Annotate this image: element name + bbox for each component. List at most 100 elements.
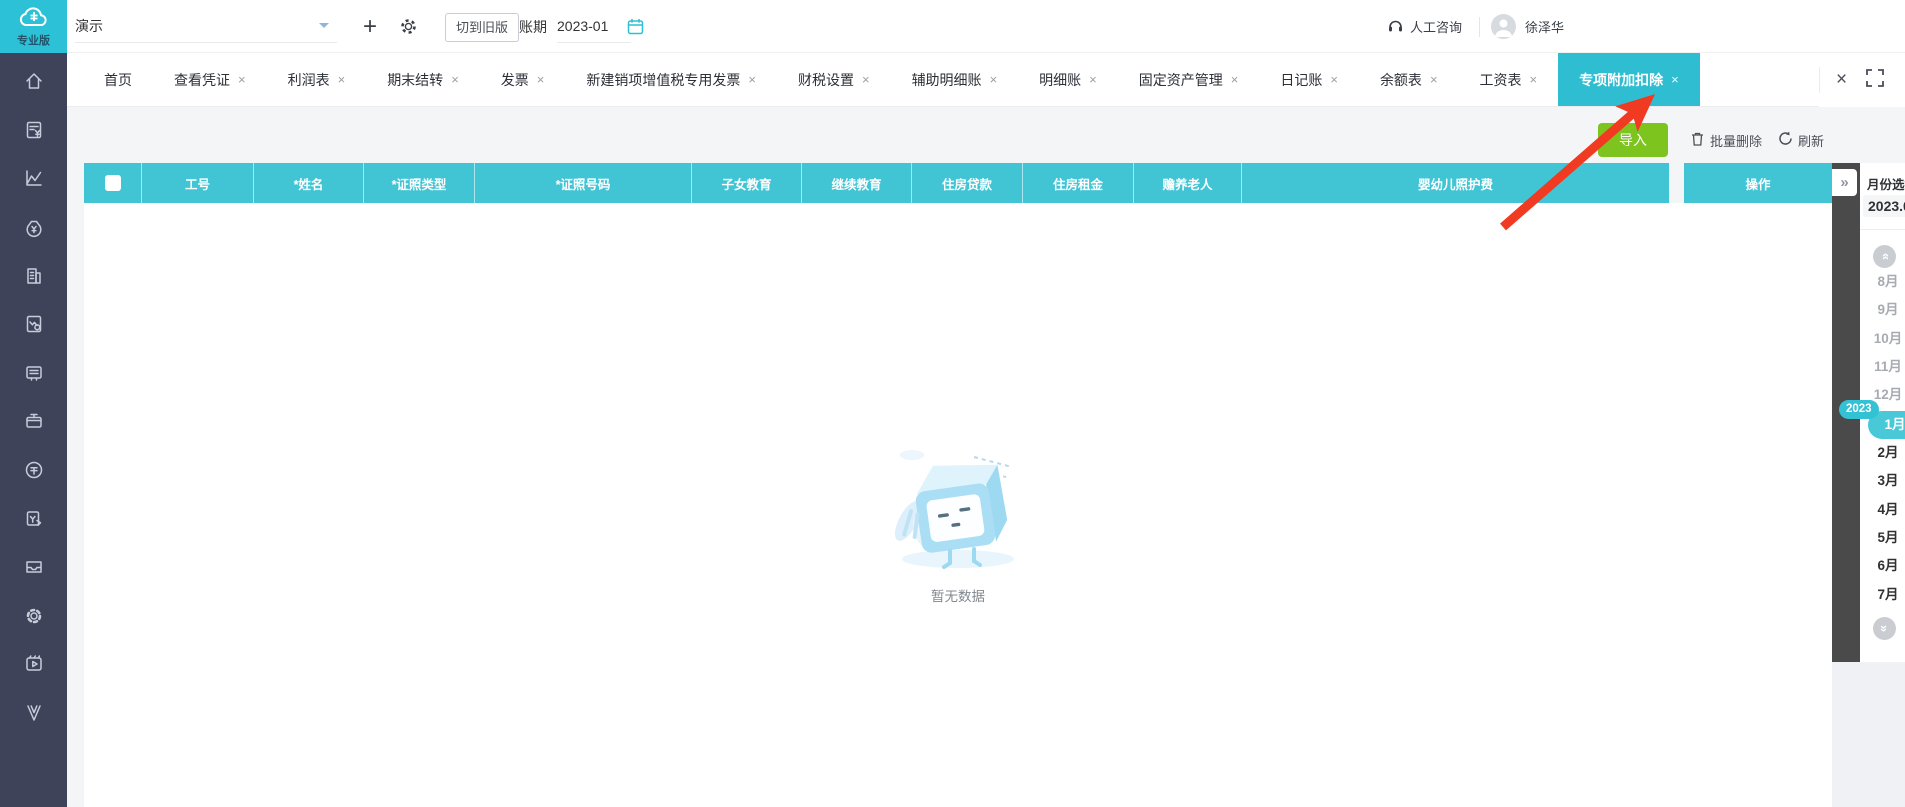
- scroll-months-up-button[interactable]: »: [1873, 245, 1896, 268]
- tab-label: 专项附加扣除: [1579, 71, 1664, 88]
- tab-close-icon[interactable]: ×: [451, 72, 459, 87]
- tab-close-icon[interactable]: ×: [1330, 72, 1338, 87]
- switch-old-version-button[interactable]: 切到旧版: [445, 13, 520, 42]
- month-item[interactable]: 5月: [1860, 528, 1905, 548]
- import-button[interactable]: 导入: [1598, 123, 1668, 157]
- tab-close-icon[interactable]: ×: [1430, 72, 1438, 87]
- sidebar-item-cashier[interactable]: [0, 397, 67, 446]
- sidebar-item-company[interactable]: [0, 251, 67, 300]
- sidebar-item-invoice[interactable]: [0, 349, 67, 398]
- tab-label: 明细账: [1039, 71, 1082, 88]
- tab-label: 期末结转: [387, 71, 444, 88]
- tab-2[interactable]: 利润表 ×: [267, 53, 367, 106]
- cloud-logo-icon: [19, 6, 49, 33]
- close-all-tabs-button[interactable]: ×: [1836, 69, 1847, 91]
- tab-7[interactable]: 辅助明细账 ×: [891, 53, 1019, 106]
- tab-close-icon[interactable]: ×: [1671, 72, 1679, 87]
- month-item[interactable]: 3月: [1860, 471, 1905, 491]
- tab-close-icon[interactable]: ×: [1231, 72, 1239, 87]
- tax-icon: [25, 461, 42, 479]
- tab-close-icon[interactable]: ×: [537, 72, 545, 87]
- voucher-icon: [26, 121, 41, 139]
- company-selector[interactable]: 演示: [75, 11, 337, 43]
- avatar[interactable]: [1491, 14, 1516, 39]
- month-item[interactable]: 9月: [1860, 300, 1905, 320]
- collapse-panel-handle[interactable]: »: [1832, 169, 1857, 196]
- fullscreen-icon[interactable]: [1865, 68, 1885, 93]
- sidebar-item-home[interactable]: [0, 57, 67, 106]
- sidebar-item-v-logo[interactable]: [0, 689, 67, 738]
- tab-9[interactable]: 固定资产管理 ×: [1118, 53, 1260, 106]
- sidebar-item-voucher[interactable]: [0, 106, 67, 155]
- sidebar-item-checkout[interactable]: [0, 494, 67, 543]
- scroll-months-down-button[interactable]: »: [1873, 617, 1896, 640]
- sidebar-item-tutorial[interactable]: [0, 640, 67, 689]
- month-panel-title: 月份选择: [1867, 178, 1905, 192]
- tab-10[interactable]: 日记账 ×: [1259, 53, 1359, 106]
- current-period-field[interactable]: 2023.01: [1863, 195, 1905, 217]
- topbar-divider: [1479, 17, 1480, 37]
- month-panel-divider: [1860, 229, 1905, 230]
- tab-close-icon[interactable]: ×: [748, 72, 756, 87]
- tab-close-icon[interactable]: ×: [862, 72, 870, 87]
- column-header-5: 子女教育: [692, 163, 802, 203]
- tab-label: 查看凭证: [174, 71, 230, 88]
- settings-gear-icon[interactable]: [399, 0, 418, 53]
- column-header-1: 工号: [142, 163, 254, 203]
- calendar-icon[interactable]: [627, 0, 644, 53]
- add-account-set-button[interactable]: +: [363, 0, 377, 53]
- tab-label: 首页: [104, 71, 132, 88]
- tab-close-icon[interactable]: ×: [1089, 72, 1097, 87]
- month-item[interactable]: 6月: [1860, 556, 1905, 576]
- support-link[interactable]: 人工咨询: [1387, 0, 1462, 53]
- tab-home[interactable]: 首页: [83, 53, 153, 106]
- tab-close-icon[interactable]: ×: [338, 72, 346, 87]
- cashier-icon: [25, 414, 42, 429]
- period-value-field[interactable]: 2023-01: [557, 11, 631, 43]
- month-item[interactable]: 4月: [1860, 500, 1905, 520]
- month-item[interactable]: 2月: [1860, 443, 1905, 463]
- month-item[interactable]: 11月: [1860, 357, 1905, 377]
- user-name[interactable]: 徐泽华: [1525, 0, 1564, 53]
- tab-13[interactable]: 专项附加扣除 ×: [1558, 53, 1700, 106]
- tab-1[interactable]: 查看凭证 ×: [153, 53, 267, 106]
- tab-label: 工资表: [1479, 71, 1522, 88]
- sidebar-item-inbox[interactable]: [0, 543, 67, 592]
- app-window: 专业版 演示 + 切到旧版 账期 2023-01 人工咨询 徐泽华 首页 查看凭…: [0, 0, 1905, 807]
- home-icon: [25, 73, 42, 90]
- headset-icon: [1387, 17, 1404, 37]
- sidebar-item-reports[interactable]: [0, 154, 67, 203]
- tab-label: 辅助明细账: [911, 71, 982, 88]
- sidebar-item-settings[interactable]: [0, 592, 67, 641]
- column-header-3: *证照类型: [364, 163, 475, 203]
- app-logo[interactable]: 专业版: [0, 0, 67, 53]
- month-panel: 月份选择 2023.01 » 2023 1月 » 8月9月10月11月12月2月…: [1839, 163, 1905, 662]
- bottom-right-background: [1832, 662, 1905, 807]
- sidebar-item-funds[interactable]: [0, 203, 67, 252]
- sidebar-item-statements[interactable]: [0, 300, 67, 349]
- sidebar-item-tax[interactable]: [0, 446, 67, 495]
- column-select-all: [84, 163, 142, 203]
- refresh-icon: [1778, 131, 1793, 149]
- month-item[interactable]: 7月: [1860, 585, 1905, 605]
- tab-3[interactable]: 期末结转 ×: [366, 53, 480, 106]
- tab-11[interactable]: 余额表 ×: [1359, 53, 1459, 106]
- batch-delete-button[interactable]: 批量删除: [1690, 126, 1762, 154]
- chevron-down-icon[interactable]: [319, 23, 329, 33]
- tab-close-icon[interactable]: ×: [238, 72, 246, 87]
- select-all-checkbox[interactable]: [104, 175, 121, 191]
- tab-close-icon[interactable]: ×: [1530, 72, 1538, 87]
- month-item[interactable]: 10月: [1860, 329, 1905, 349]
- funds-icon: [26, 220, 41, 238]
- tab-label: 发票: [500, 71, 529, 88]
- invoice-icon: [25, 366, 42, 381]
- tab-12[interactable]: 工资表 ×: [1459, 53, 1559, 106]
- tab-4[interactable]: 发票 ×: [480, 53, 566, 106]
- tab-6[interactable]: 财税设置 ×: [777, 53, 891, 106]
- refresh-button[interactable]: 刷新: [1778, 126, 1824, 154]
- tab-8[interactable]: 明细账 ×: [1018, 53, 1118, 106]
- month-item[interactable]: 8月: [1860, 272, 1905, 292]
- tab-close-icon[interactable]: ×: [990, 72, 998, 87]
- tab-label: 余额表: [1379, 71, 1422, 88]
- tab-5[interactable]: 新建销项增值税专用发票 ×: [565, 53, 777, 106]
